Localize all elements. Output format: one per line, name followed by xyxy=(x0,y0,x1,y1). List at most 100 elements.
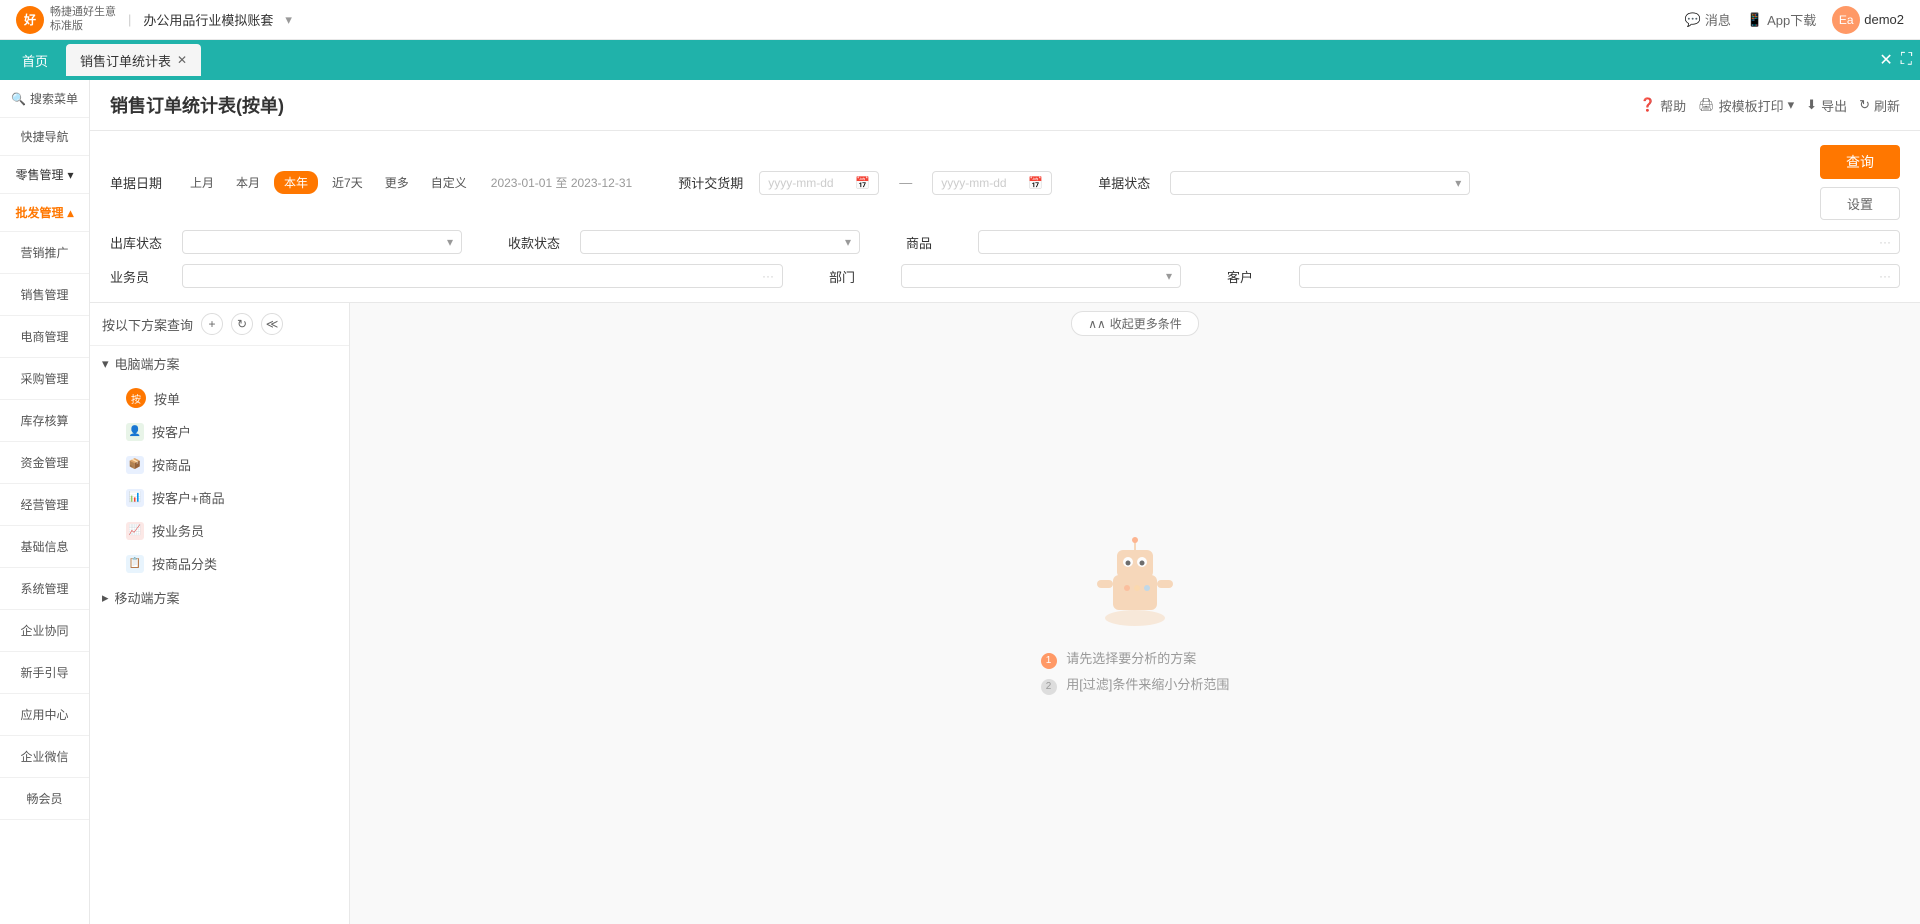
app-dropdown-icon[interactable]: ▾ xyxy=(285,12,292,28)
empty-tip-2: 2 用[过滤]条件来缩小分析范围 xyxy=(1041,672,1230,698)
customer-input[interactable]: ··· xyxy=(1299,264,1900,288)
scheme-by-order[interactable]: 按 按单 xyxy=(90,381,349,415)
tree-category-mobile[interactable]: ▸ 移动端方案 xyxy=(90,580,349,615)
tree-category-pc[interactable]: ▾ 电脑端方案 xyxy=(90,346,349,381)
add-scheme-btn[interactable]: + xyxy=(201,313,223,335)
sidebar-item-marketing[interactable]: 营销推广 xyxy=(0,232,89,274)
sidebar-item-app-center[interactable]: 应用中心 xyxy=(0,694,89,736)
collapse-panel-btn[interactable]: ≪ xyxy=(261,313,283,335)
salesperson-label: 业务员 xyxy=(110,267,166,286)
date-this-month[interactable]: 本月 xyxy=(228,171,268,194)
sidebar-item-finance[interactable]: 资金管理 xyxy=(0,442,89,484)
empty-robot-illustration xyxy=(1085,530,1185,630)
customer-label: 客户 xyxy=(1227,267,1283,286)
date-custom[interactable]: 自定义 xyxy=(423,171,475,194)
top-bar-left: 好 畅捷通好生意 标准版 | 办公用品行业模拟账套 ▾ xyxy=(16,6,292,34)
export-btn[interactable]: ⬇ 导出 xyxy=(1806,96,1847,115)
sidebar-item-operations[interactable]: 经营管理 xyxy=(0,484,89,526)
scheme-by-order-icon: 按 xyxy=(126,388,146,408)
empty-tips: 1 请先选择要分析的方案 2 用[过滤]条件来缩小分析范围 xyxy=(1041,646,1230,698)
sidebar-item-procurement[interactable]: 采购管理 xyxy=(0,358,89,400)
scheme-by-salesperson[interactable]: 📈 按业务员 xyxy=(90,514,349,547)
customer-more-icon[interactable]: ··· xyxy=(1879,269,1891,283)
date-more[interactable]: 更多 xyxy=(377,171,417,194)
goods-input[interactable]: ··· xyxy=(978,230,1900,254)
expected-date-start[interactable]: yyyy-mm-dd 📅 xyxy=(759,171,879,195)
expected-date-end[interactable]: yyyy-mm-dd 📅 xyxy=(932,171,1052,195)
date-range-text: 2023-01-01 至 2023-12-31 xyxy=(491,174,632,191)
scheme-by-goods[interactable]: 📦 按商品 xyxy=(90,448,349,481)
collapse-icon: ∧∧ xyxy=(1088,317,1106,331)
sidebar-item-ecommerce[interactable]: 电商管理 xyxy=(0,316,89,358)
tab-sales-order[interactable]: 销售订单统计表 ✕ xyxy=(66,44,201,76)
filter-panel: 单据日期 上月 本月 本年 近7天 更多 自定义 2023-01-01 至 20… xyxy=(90,131,1920,303)
message-btn[interactable]: 💬 消息 xyxy=(1685,10,1731,29)
scheme-by-category[interactable]: 📋 按商品分类 xyxy=(90,547,349,580)
sidebar-quick-nav[interactable]: 快捷导航 xyxy=(0,118,89,156)
sidebar-item-retail[interactable]: 零售管理 ▾ xyxy=(0,156,89,194)
sidebar-item-system[interactable]: 系统管理 xyxy=(0,568,89,610)
sidebar-item-enterprise[interactable]: 企业协同 xyxy=(0,610,89,652)
scheme-by-goods-icon: 📦 xyxy=(126,456,144,474)
close-all-btn[interactable]: ✕ xyxy=(1879,50,1892,70)
print-icon: 🖨 xyxy=(1698,97,1715,113)
refresh-scheme-btn[interactable]: ↻ xyxy=(231,313,253,335)
page-header: 销售订单统计表(按单) ❓ 帮助 🖨 按模板打印 ▾ ⬇ 导出 ↻ 刷新 xyxy=(90,80,1920,131)
maximize-btn[interactable]: ⛶ xyxy=(1901,51,1912,69)
top-bar: 好 畅捷通好生意 标准版 | 办公用品行业模拟账套 ▾ 💬 消息 📱 App下载… xyxy=(0,0,1920,40)
date-dash: — xyxy=(899,175,912,190)
sidebar-item-member[interactable]: 畅会员 xyxy=(0,778,89,820)
left-panel-header: 按以下方案查询 + ↻ ≪ xyxy=(90,303,349,346)
salesperson-input[interactable]: ··· xyxy=(182,264,783,288)
breadcrumb-sep: | xyxy=(128,12,131,27)
date-7days[interactable]: 近7天 xyxy=(324,171,371,194)
sidebar-search[interactable]: 🔍 搜索菜单 xyxy=(0,80,89,118)
payment-status-chevron-icon: ▾ xyxy=(845,235,851,249)
empty-image xyxy=(1085,530,1185,630)
calendar-end-icon: 📅 xyxy=(1028,176,1043,190)
out-status-select[interactable]: ▾ xyxy=(182,230,462,254)
scheme-by-customer-goods-icon: 📊 xyxy=(126,489,144,507)
empty-tip-1: 1 请先选择要分析的方案 xyxy=(1041,646,1230,672)
export-icon: ⬇ xyxy=(1806,97,1817,113)
expected-date-label: 预计交货期 xyxy=(678,173,743,192)
department-chevron-icon: ▾ xyxy=(1166,269,1172,283)
user-area[interactable]: Ea demo2 xyxy=(1832,6,1904,34)
home-tab-label: 首页 xyxy=(22,51,48,70)
goods-more-icon[interactable]: ··· xyxy=(1879,235,1891,249)
sidebar-item-inventory[interactable]: 库存核算 xyxy=(0,400,89,442)
scheme-by-salesperson-icon: 📈 xyxy=(126,522,144,540)
sidebar-item-basic[interactable]: 基础信息 xyxy=(0,526,89,568)
sidebar-item-guide[interactable]: 新手引导 xyxy=(0,652,89,694)
sidebar-item-sales[interactable]: 销售管理 xyxy=(0,274,89,316)
status-select[interactable]: ▾ xyxy=(1170,171,1470,195)
date-this-year[interactable]: 本年 xyxy=(274,171,318,194)
settings-button[interactable]: 设置 xyxy=(1820,187,1900,220)
date-last-month[interactable]: 上月 xyxy=(182,171,222,194)
refresh-icon: ↻ xyxy=(1859,97,1870,113)
search-icon: 🔍 xyxy=(11,92,26,106)
panel-title: 按以下方案查询 xyxy=(102,315,193,334)
sidebar-item-corp-wechat[interactable]: 企业微信 xyxy=(0,736,89,778)
sidebar-item-wholesale[interactable]: 批发管理 ▴ xyxy=(0,194,89,232)
left-panel: 按以下方案查询 + ↻ ≪ ▾ 电脑端方案 按 按单 👤 按客户 xyxy=(90,303,350,924)
search-button[interactable]: 查询 xyxy=(1820,145,1900,179)
refresh-btn[interactable]: ↻ 刷新 xyxy=(1859,96,1900,115)
date-options-group: 上月 本月 本年 近7天 更多 自定义 xyxy=(182,171,475,194)
department-select[interactable]: ▾ xyxy=(901,264,1181,288)
print-btn[interactable]: 🖨 按模板打印 ▾ xyxy=(1698,96,1794,115)
scheme-by-customer[interactable]: 👤 按客户 xyxy=(90,415,349,448)
tab-close-icon[interactable]: ✕ xyxy=(177,53,187,67)
collapse-more-btn[interactable]: ∧∧ 收起更多条件 xyxy=(1071,311,1199,336)
out-status-chevron-icon: ▾ xyxy=(447,235,453,249)
scheme-by-customer-goods[interactable]: 📊 按客户+商品 xyxy=(90,481,349,514)
tab-home[interactable]: 首页 xyxy=(8,44,62,76)
salesperson-more-icon[interactable]: ··· xyxy=(762,269,774,283)
help-btn[interactable]: ❓ 帮助 xyxy=(1640,96,1686,115)
print-dropdown-icon: ▾ xyxy=(1788,97,1795,113)
payment-status-select[interactable]: ▾ xyxy=(580,230,860,254)
app-download-btn[interactable]: 📱 App下载 xyxy=(1747,10,1816,29)
message-icon: 💬 xyxy=(1685,12,1701,28)
top-bar-right: 💬 消息 📱 App下载 Ea demo2 xyxy=(1685,6,1904,34)
payment-status-label: 收款状态 xyxy=(508,233,564,252)
